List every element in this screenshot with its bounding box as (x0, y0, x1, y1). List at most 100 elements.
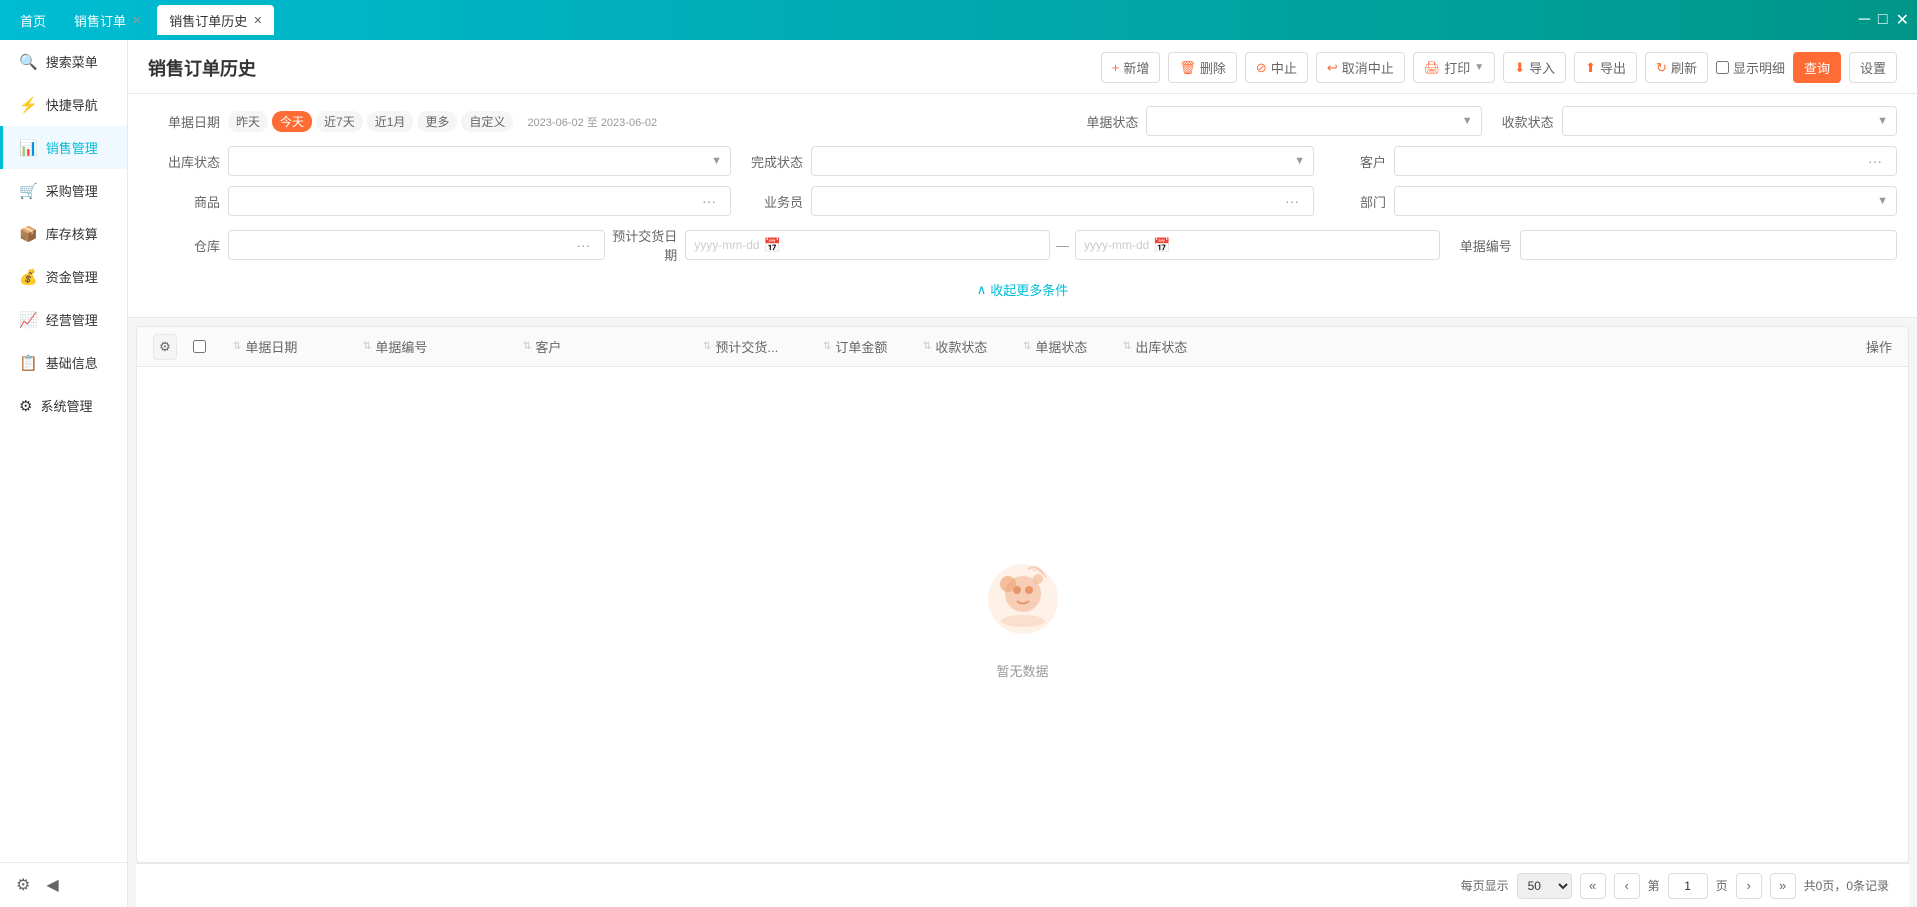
settings-button[interactable]: 设置 (1849, 52, 1897, 83)
filter-bill-status[interactable]: ▼ (1146, 106, 1481, 136)
filter-label-pay-status: 收款状态 (1482, 112, 1562, 131)
filter-out-status[interactable]: ▼ (228, 146, 731, 176)
page-number-input[interactable] (1668, 873, 1708, 899)
window-close-icon[interactable]: ✕ (1896, 10, 1909, 30)
sidebar-item-operations-label: 经营管理 (46, 310, 98, 329)
chip-custom[interactable]: 自定义 (461, 111, 513, 132)
refresh-button[interactable]: ↻ 刷新 (1645, 52, 1708, 83)
sidebar-item-search-menu-label: 搜索菜单 (46, 52, 98, 71)
delivery-date-start[interactable]: yyyy-mm-dd 📅 (685, 230, 1050, 260)
bill-number-input[interactable] (1520, 230, 1897, 260)
tab-sales-order[interactable]: 销售订单 ✕ (62, 5, 153, 35)
th-client[interactable]: ⇅ 客户 (515, 337, 695, 356)
tab-home-label: 首页 (20, 11, 46, 30)
prev-page-button[interactable]: ‹ (1614, 873, 1640, 899)
th-checkbox (185, 340, 225, 353)
next-page-button[interactable]: › (1736, 873, 1762, 899)
th-date[interactable]: ⇅ 单据日期 (225, 337, 355, 356)
sidebar-item-inventory[interactable]: 📦 库存核算 (0, 212, 127, 255)
th-amount[interactable]: ⇅ 订单金额 (815, 337, 915, 356)
chip-yesterday[interactable]: 昨天 (228, 111, 268, 132)
client-ellipsis-icon[interactable]: ··· (1862, 149, 1888, 173)
page-size-select[interactable]: 10 20 50 100 (1517, 873, 1572, 899)
delivery-date-end-calendar-icon[interactable]: 📅 (1153, 237, 1170, 254)
export-button[interactable]: ⬆ 导出 (1574, 52, 1637, 83)
sidebar-item-base-info[interactable]: 📋 基础信息 (0, 341, 127, 384)
table-settings-button[interactable]: ⚙ (153, 334, 177, 360)
filter-label-bill-status: 单据状态 (1066, 112, 1146, 131)
sidebar-item-sales-mgmt-label: 销售管理 (46, 138, 98, 157)
complete-status-select[interactable]: ▼ (811, 146, 1314, 176)
tab-sales-order-close[interactable]: ✕ (132, 14, 141, 27)
sidebar-settings-icon[interactable]: ⚙ (16, 875, 30, 895)
th-delivery[interactable]: ⇅ 预计交货... (695, 337, 815, 356)
pay-status-select[interactable]: ▼ (1562, 106, 1897, 136)
sidebar-item-search-menu[interactable]: 🔍 搜索菜单 (0, 40, 127, 83)
sidebar-item-quick-nav[interactable]: ⚡ 快捷导航 (0, 83, 127, 126)
jump-prefix: 第 (1648, 877, 1660, 894)
sidebar-expand-icon[interactable]: ◀ (46, 875, 58, 895)
filter-row-2: 商品 ··· 业务员 ··· 部门 (148, 186, 1897, 216)
sort-bill-status-icon: ⇅ (1023, 341, 1031, 352)
tab-home[interactable]: 首页 (8, 5, 58, 35)
display-cols-checkbox[interactable] (1716, 61, 1729, 74)
sidebar-item-purchase-mgmt[interactable]: 🛒 采购管理 (0, 169, 127, 212)
warehouse-input[interactable]: ··· (228, 230, 605, 260)
out-status-select[interactable]: ▼ (228, 146, 731, 176)
th-out-status[interactable]: ⇅ 出库状态 (1115, 337, 1215, 356)
sidebar-item-operations[interactable]: 📈 经营管理 (0, 298, 127, 341)
th-number[interactable]: ⇅ 单据编号 (355, 337, 515, 356)
filter-bill-number[interactable] (1520, 230, 1897, 260)
page-label: 页 (1716, 877, 1728, 894)
filter-label-out-status: 出库状态 (148, 152, 228, 171)
sidebar-item-sys-mgmt[interactable]: ⚙ 系统管理 (0, 384, 127, 427)
new-button[interactable]: + 新增 (1101, 52, 1161, 83)
print-button[interactable]: 🖨 打印 ▼ (1413, 52, 1495, 83)
filter-label-dept: 部门 (1314, 192, 1394, 211)
tab-sales-order-history[interactable]: 销售订单历史 ✕ (157, 5, 274, 35)
delivery-date-end-placeholder: yyyy-mm-dd (1084, 238, 1149, 252)
bill-status-select[interactable]: ▼ (1146, 106, 1481, 136)
sort-amount-icon: ⇅ (823, 341, 831, 352)
display-cols-toggle[interactable]: 显示明细 (1716, 58, 1785, 77)
delivery-date-start-calendar-icon[interactable]: 📅 (764, 237, 781, 254)
delete-button[interactable]: 🗑 删除 (1168, 52, 1237, 83)
filter-date: 昨天 今天 近7天 近1月 更多 自定义 2023-06-02 至 2023-0… (228, 111, 1066, 132)
warehouse-ellipsis-icon[interactable]: ··· (570, 233, 596, 257)
client-input[interactable]: ··· (1394, 146, 1897, 176)
chip-more[interactable]: 更多 (417, 111, 457, 132)
th-pay-status[interactable]: ⇅ 收款状态 (915, 337, 1015, 356)
chip-1month[interactable]: 近1月 (367, 111, 414, 132)
last-page-icon: » (1779, 878, 1786, 893)
cancel-stop-button[interactable]: ↩ 取消中止 (1316, 52, 1405, 83)
filter-complete-status[interactable]: ▼ (811, 146, 1314, 176)
th-action: 操作 (1215, 337, 1900, 356)
dept-select[interactable]: ▼ (1394, 186, 1897, 216)
tab-sales-order-history-close[interactable]: ✕ (253, 14, 262, 27)
filter-dept[interactable]: ▼ (1394, 186, 1897, 216)
import-button[interactable]: ⬇ 导入 (1503, 52, 1566, 83)
chip-7days[interactable]: 近7天 (316, 111, 363, 132)
stop-button[interactable]: ⊘ 中止 (1245, 52, 1308, 83)
goods-ellipsis-icon[interactable]: ··· (696, 189, 722, 213)
salesperson-input[interactable]: ··· (811, 186, 1314, 216)
chip-today[interactable]: 今天 (272, 111, 312, 132)
sidebar-item-finance[interactable]: 💰 资金管理 (0, 255, 127, 298)
salesperson-ellipsis-icon[interactable]: ··· (1279, 189, 1305, 213)
sort-num-icon: ⇅ (363, 341, 371, 352)
filter-pay-status[interactable]: ▼ (1562, 106, 1897, 136)
tab-sales-order-history-label: 销售订单历史 (169, 11, 247, 30)
collapse-link[interactable]: ∧ 收起更多条件 (148, 274, 1897, 305)
last-page-button[interactable]: » (1770, 873, 1796, 899)
select-all-checkbox[interactable] (193, 340, 206, 353)
filter-delivery-date: yyyy-mm-dd 📅 — yyyy-mm-dd 📅 (685, 230, 1440, 260)
query-button[interactable]: 查询 (1793, 52, 1841, 83)
window-minimize-icon[interactable]: ─ (1859, 11, 1870, 29)
sidebar-item-sales-mgmt[interactable]: 📊 销售管理 (0, 126, 127, 169)
window-maximize-icon[interactable]: □ (1878, 11, 1888, 29)
goods-input[interactable]: ··· (228, 186, 731, 216)
th-bill-status[interactable]: ⇅ 单据状态 (1015, 337, 1115, 356)
delivery-date-end[interactable]: yyyy-mm-dd 📅 (1075, 230, 1440, 260)
first-page-button[interactable]: « (1580, 873, 1606, 899)
inventory-icon: 📦 (19, 225, 38, 243)
